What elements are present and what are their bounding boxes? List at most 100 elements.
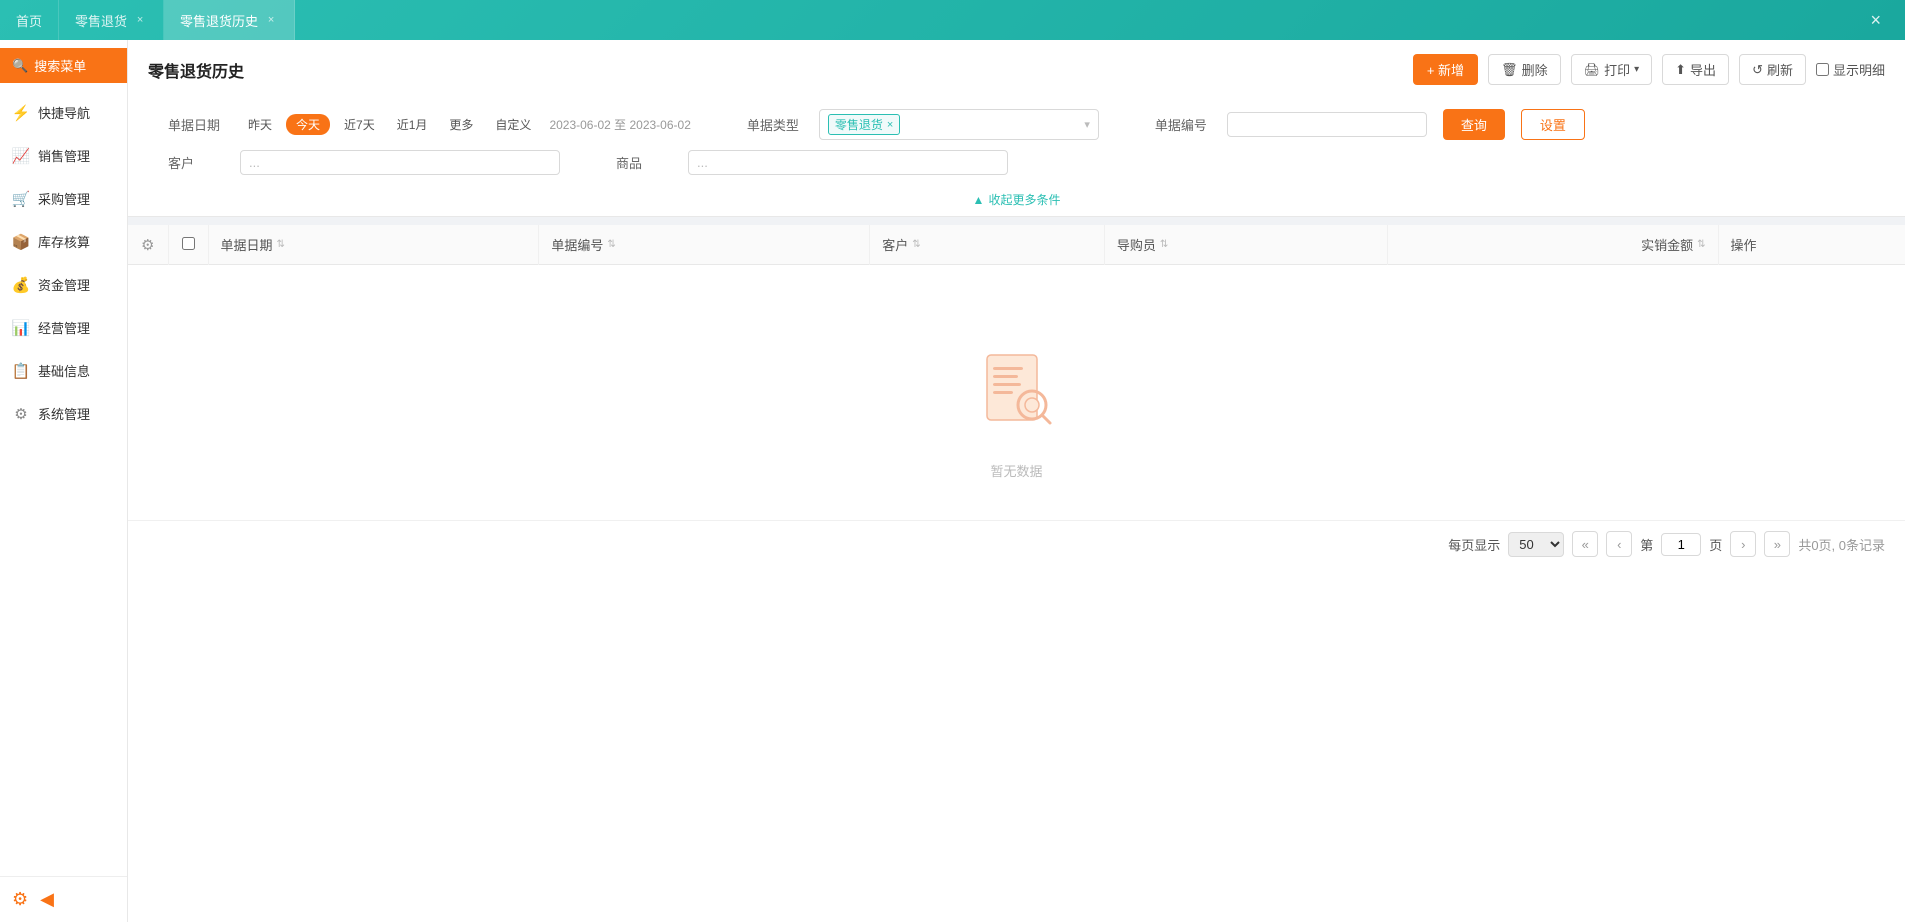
customer-dots: ... <box>249 155 260 170</box>
customer-filter-label: 客户 <box>168 153 224 172</box>
settings-button[interactable]: 设置 <box>1521 109 1585 140</box>
data-table: ⚙ 单据日期 ⇅ 单据编号 <box>128 225 1905 265</box>
date-btn-7days[interactable]: 近7天 <box>336 114 383 135</box>
goods-filter-label: 商品 <box>616 153 672 172</box>
th-checkbox[interactable] <box>168 225 208 265</box>
collapse-button[interactable]: ▲ 收起更多条件 <box>973 191 1061 208</box>
date-btn-more[interactable]: 更多 <box>441 114 481 135</box>
filter-row-1: 单据日期 昨天 今天 近7天 近1月 更多 自定义 2023-06-02 至 2… <box>168 109 1865 140</box>
sidebar-item-purchase-mgmt[interactable]: 🛒 采购管理 <box>0 177 127 220</box>
per-page-select[interactable]: 10 20 50 100 <box>1508 532 1564 557</box>
new-button[interactable]: + 新增 <box>1413 54 1478 85</box>
date-range-display: 2023-06-02 至 2023-06-02 <box>549 116 690 133</box>
system-mgmt-icon: ⚙ <box>12 405 30 423</box>
sidebar-search[interactable]: 🔍 搜索菜单 <box>0 48 127 83</box>
sidebar-item-finance[interactable]: 💰 资金管理 <box>0 263 127 306</box>
tab-retail-return[interactable]: 零售退货 × <box>59 0 164 40</box>
page-title: 零售退货历史 <box>148 58 244 82</box>
sort-guide-icon: ⇅ <box>1160 239 1168 250</box>
collapse-label: 收起更多条件 <box>988 191 1060 208</box>
top-bar: 首页 零售退货 × 零售退货历史 × × <box>0 0 1905 40</box>
tab-retail-return-history-label: 零售退货历史 <box>180 11 258 30</box>
th-amount[interactable]: 实销金额 ⇅ <box>1387 225 1718 265</box>
table-header-row: ⚙ 单据日期 ⇅ 单据编号 <box>128 225 1905 265</box>
refresh-icon: ↺ <box>1752 62 1763 78</box>
print-icon: 🖨 <box>1584 62 1601 78</box>
search-icon: 🔍 <box>12 58 28 74</box>
refresh-button[interactable]: ↺ 刷新 <box>1739 54 1806 85</box>
sort-amount-icon: ⇅ <box>1697 239 1705 250</box>
display-detail-checkbox[interactable] <box>1816 63 1829 76</box>
th-settings: ⚙ <box>128 225 168 265</box>
sidebar-item-finance-label: 资金管理 <box>38 275 90 294</box>
tab-home-label: 首页 <box>16 11 42 30</box>
page-unit: 页 <box>1709 535 1722 554</box>
table-settings-icon[interactable]: ⚙ <box>141 237 154 254</box>
print-button[interactable]: 🖨 打印 ▾ <box>1571 54 1653 85</box>
collapse-sidebar-icon[interactable]: ◀ <box>40 889 54 910</box>
type-filter-select[interactable]: 零售退货 × ▾ <box>819 109 1099 140</box>
date-btn-1month[interactable]: 近1月 <box>389 114 436 135</box>
main-layout: 🔍 搜索菜单 ⚡ 快捷导航 📈 销售管理 🛒 采购管理 📦 库存核算 💰 资金管… <box>0 40 1905 922</box>
type-tag-close[interactable]: × <box>887 119 893 131</box>
tab-retail-return-history[interactable]: 零售退货历史 × <box>164 0 295 40</box>
tab-retail-return-label: 零售退货 <box>75 11 127 30</box>
sidebar-item-quick-nav[interactable]: ⚡ 快捷导航 <box>0 91 127 134</box>
page-prev-button[interactable]: ‹ <box>1606 531 1632 557</box>
customer-filter-input[interactable]: ... <box>240 150 560 175</box>
th-ops: 操作 <box>1718 225 1905 265</box>
page-title-row: 零售退货历史 + 新增 🗑 删除 🖨 打印 ▾ ⬆ 导出 <box>148 54 1885 85</box>
purchase-mgmt-icon: 🛒 <box>12 190 30 208</box>
empty-illustration <box>967 345 1067 445</box>
th-amount-label: 实销金额 <box>1641 235 1693 254</box>
window-close-button[interactable]: × <box>1862 10 1889 31</box>
th-customer-label: 客户 <box>882 235 908 254</box>
th-date[interactable]: 单据日期 ⇅ <box>208 225 539 265</box>
pagination: 每页显示 10 20 50 100 « ‹ 第 页 › » 共0页, 0条记录 <box>128 520 1905 567</box>
sort-date-icon: ⇅ <box>277 239 285 250</box>
sidebar-item-sales-mgmt[interactable]: 📈 销售管理 <box>0 134 127 177</box>
date-btn-yesterday[interactable]: 昨天 <box>240 114 280 135</box>
th-docno[interactable]: 单据编号 ⇅ <box>539 225 870 265</box>
collapse-up-icon: ▲ <box>973 193 985 207</box>
quick-nav-icon: ⚡ <box>12 104 30 122</box>
print-label: 打印 <box>1604 60 1630 79</box>
refresh-label: 刷新 <box>1767 60 1793 79</box>
filter-area: 单据日期 昨天 今天 近7天 近1月 更多 自定义 2023-06-02 至 2… <box>148 99 1885 175</box>
header-actions: + 新增 🗑 删除 🖨 打印 ▾ ⬆ 导出 ↺ <box>1413 54 1885 85</box>
page-first-button[interactable]: « <box>1572 531 1598 557</box>
th-guide[interactable]: 导购员 ⇅ <box>1104 225 1387 265</box>
settings-bottom-icon[interactable]: ⚙ <box>12 889 28 910</box>
sidebar-item-operations[interactable]: 📊 经营管理 <box>0 306 127 349</box>
type-filter-label: 单据类型 <box>747 115 803 134</box>
tab-retail-return-history-close[interactable]: × <box>264 13 278 27</box>
th-guide-label: 导购员 <box>1117 235 1156 254</box>
sort-docno-icon: ⇅ <box>607 239 615 250</box>
page-input[interactable] <box>1661 533 1701 556</box>
delete-button[interactable]: 🗑 删除 <box>1488 54 1561 85</box>
page-last-button[interactable]: » <box>1764 531 1790 557</box>
export-button[interactable]: ⬆ 导出 <box>1662 54 1729 85</box>
select-all-checkbox[interactable] <box>182 237 195 250</box>
docno-filter-input[interactable] <box>1227 112 1427 137</box>
sidebar-item-basic-info[interactable]: 📋 基础信息 <box>0 349 127 392</box>
goods-filter-input[interactable]: ... <box>688 150 1008 175</box>
sidebar-item-inventory[interactable]: 📦 库存核算 <box>0 220 127 263</box>
page-next-button[interactable]: › <box>1730 531 1756 557</box>
date-btn-custom[interactable]: 自定义 <box>487 114 539 135</box>
export-icon: ⬆ <box>1675 62 1686 78</box>
sidebar-item-system-mgmt[interactable]: ⚙ 系统管理 <box>0 392 127 435</box>
sort-customer-icon: ⇅ <box>912 239 920 250</box>
th-ops-label: 操作 <box>1731 238 1757 253</box>
operations-icon: 📊 <box>12 319 30 337</box>
th-customer[interactable]: 客户 ⇅ <box>870 225 1105 265</box>
export-label: 导出 <box>1690 60 1716 79</box>
date-btn-today[interactable]: 今天 <box>286 114 330 135</box>
docno-filter-label: 单据编号 <box>1155 115 1211 134</box>
date-options: 昨天 今天 近7天 近1月 更多 自定义 2023-06-02 至 2023-0… <box>240 114 691 135</box>
tab-home[interactable]: 首页 <box>0 0 59 40</box>
selected-type-tag: 零售退货 × <box>828 114 900 135</box>
tab-retail-return-close[interactable]: × <box>133 13 147 27</box>
page-label: 第 <box>1640 535 1653 554</box>
query-button[interactable]: 查询 <box>1443 109 1505 140</box>
